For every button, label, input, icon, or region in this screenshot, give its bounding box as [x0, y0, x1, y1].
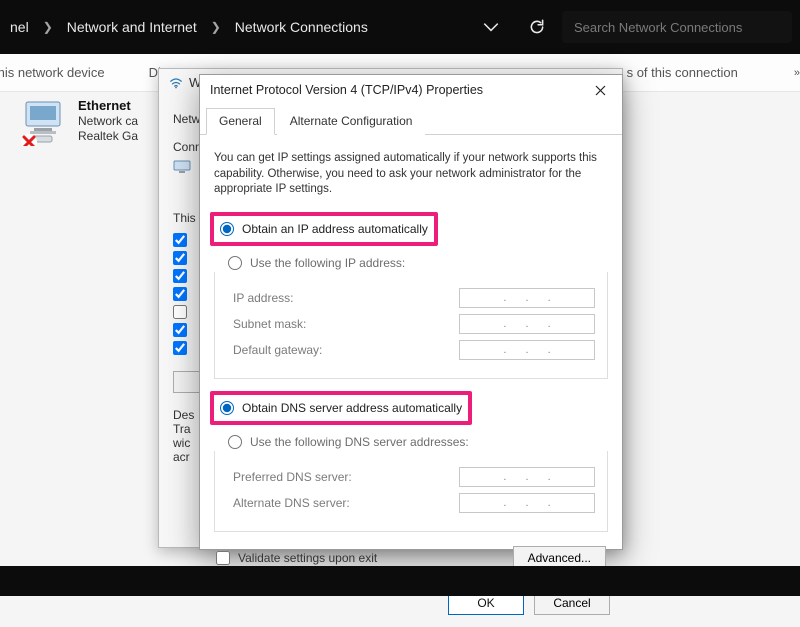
checkbox-label: Validate settings upon exit — [238, 551, 377, 565]
radio-input[interactable] — [220, 222, 234, 236]
close-button[interactable] — [588, 78, 612, 102]
highlight-dns-auto: Obtain DNS server address automatically — [210, 391, 472, 425]
ip-address-input[interactable] — [459, 288, 595, 308]
alt-dns-input[interactable] — [459, 493, 595, 513]
checkbox[interactable] — [173, 233, 187, 247]
connection-subtitle: Network ca — [78, 114, 138, 128]
highlight-ip-auto: Obtain an IP address automatically — [210, 212, 438, 246]
subnet-label: Subnet mask: — [233, 317, 306, 331]
validate-checkbox[interactable]: Validate settings upon exit — [216, 551, 377, 565]
subnet-input[interactable] — [459, 314, 595, 334]
dialog-titlebar[interactable]: Internet Protocol Version 4 (TCP/IPv4) P… — [200, 75, 622, 105]
tab-alternate-configuration[interactable]: Alternate Configuration — [277, 108, 426, 135]
breadcrumb-part[interactable]: nel — [6, 17, 33, 37]
gateway-input[interactable] — [459, 340, 595, 360]
refresh-icon[interactable] — [528, 18, 546, 36]
checkbox[interactable] — [173, 305, 187, 319]
close-icon — [595, 85, 606, 96]
radio-input[interactable] — [228, 256, 242, 270]
toolbar-overflow[interactable]: » — [794, 67, 800, 79]
pref-dns-label: Preferred DNS server: — [233, 470, 352, 484]
connection-item-label: Ethernet Network ca Realtek Ga — [78, 98, 138, 146]
breadcrumb-part[interactable]: Network Connections — [231, 17, 372, 37]
connection-title: Ethernet — [78, 98, 131, 113]
ipv4-properties-dialog: Internet Protocol Version 4 (TCP/IPv4) P… — [199, 74, 623, 550]
chevron-right-icon: ❯ — [211, 20, 221, 34]
alt-dns-label: Alternate DNS server: — [233, 496, 350, 510]
address-bar: nel ❯ Network and Internet ❯ Network Con… — [0, 0, 800, 54]
radio-dns-auto[interactable]: Obtain DNS server address automatically — [218, 397, 464, 419]
search-input[interactable]: Search Network Connections — [562, 11, 792, 43]
radio-ip-manual[interactable]: Use the following IP address: — [226, 252, 608, 274]
radio-input[interactable] — [228, 435, 242, 449]
intro-text: You can get IP settings assigned automat… — [214, 151, 608, 198]
checkbox[interactable] — [173, 287, 187, 301]
breadcrumb-part[interactable]: Network and Internet — [63, 17, 201, 37]
ethernet-icon — [20, 98, 68, 146]
pref-dns-input[interactable] — [459, 467, 595, 487]
tab-general[interactable]: General — [206, 108, 275, 135]
radio-ip-auto[interactable]: Obtain an IP address automatically — [218, 218, 430, 240]
radio-label: Obtain DNS server address automatically — [242, 401, 462, 415]
radio-label: Use the following DNS server addresses: — [250, 435, 469, 449]
checkbox[interactable] — [173, 323, 187, 337]
radio-label: Obtain an IP address automatically — [242, 222, 428, 236]
radio-dns-manual[interactable]: Use the following DNS server addresses: — [226, 431, 608, 453]
checkbox[interactable] — [173, 341, 187, 355]
chevron-down-icon[interactable] — [482, 18, 500, 36]
breadcrumb[interactable]: nel ❯ Network and Internet ❯ Network Con… — [6, 17, 372, 37]
dialog-title: Internet Protocol Version 4 (TCP/IPv4) P… — [210, 83, 483, 97]
window-bottom-strip — [0, 566, 800, 596]
gateway-label: Default gateway: — [233, 343, 322, 357]
connection-subtitle: Realtek Ga — [78, 129, 138, 143]
tab-strip: General Alternate Configuration — [200, 107, 622, 135]
radio-input[interactable] — [220, 401, 234, 415]
wifi-icon — [169, 76, 183, 90]
radio-label: Use the following IP address: — [250, 256, 405, 270]
monitor-icon — [173, 160, 191, 174]
search-placeholder: Search Network Connections — [574, 20, 742, 35]
ip-address-label: IP address: — [233, 291, 293, 305]
chevron-right-icon: ❯ — [43, 20, 53, 34]
toolbar-item[interactable]: s of this connection — [627, 65, 738, 80]
checkbox[interactable] — [216, 551, 230, 565]
ip-fields-group: IP address: Subnet mask: Default gateway… — [214, 272, 608, 379]
checkbox[interactable] — [173, 251, 187, 265]
checkbox[interactable] — [173, 269, 187, 283]
dns-fields-group: Preferred DNS server: Alternate DNS serv… — [214, 451, 608, 532]
toolbar-item[interactable]: this network device — [0, 65, 105, 80]
